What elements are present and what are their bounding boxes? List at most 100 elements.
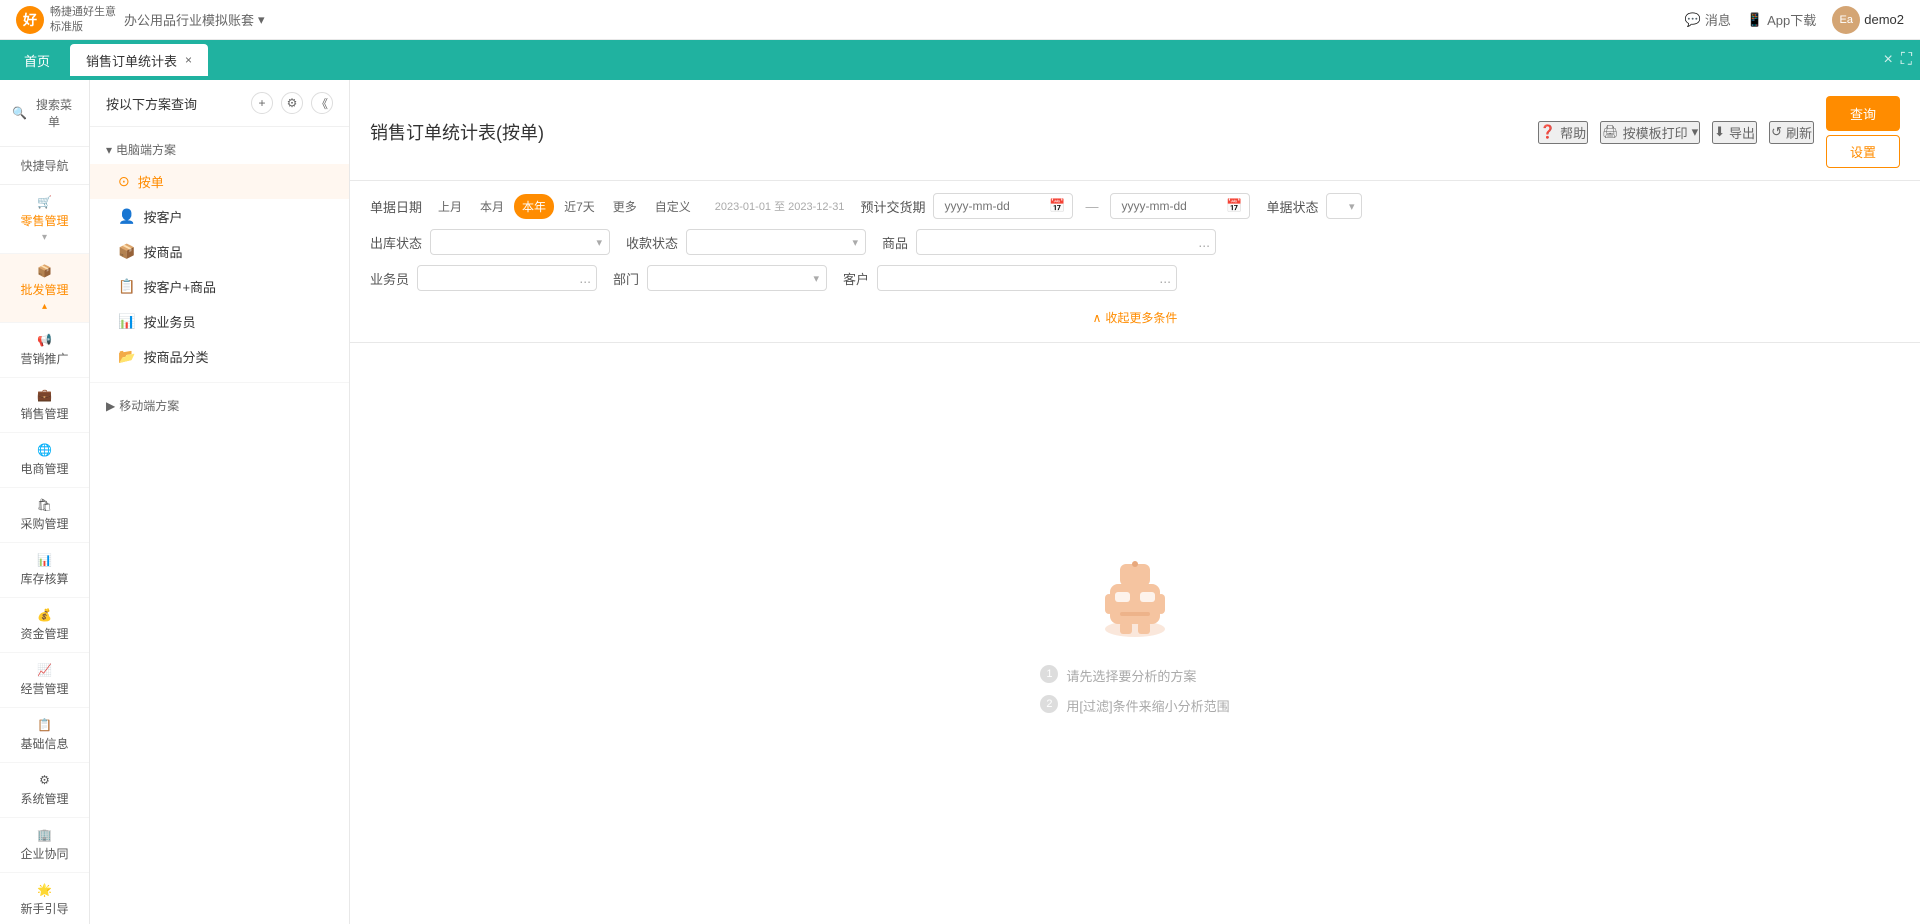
department-select[interactable] xyxy=(647,265,827,291)
sidebar-item-system[interactable]: ⚙ 系统管理 xyxy=(0,763,89,818)
window-close-btn[interactable]: × xyxy=(1883,51,1892,69)
plan-item-by-order[interactable]: ⊙ 按单 xyxy=(90,164,349,199)
date-range-text: 2023-01-01 至 2023-12-31 xyxy=(715,198,845,214)
export-btn[interactable]: ⬇ 导出 xyxy=(1712,121,1757,144)
goods-ellipsis-btn[interactable]: ... xyxy=(1198,234,1210,250)
empty-state: 1 请先选择要分析的方案 2 用[过滤]条件来缩小分析范围 xyxy=(350,343,1920,924)
add-plan-btn[interactable]: + xyxy=(251,92,273,114)
mobile-section: ▶ 移动端方案 xyxy=(90,382,349,428)
customer-label: 客户 xyxy=(843,269,869,288)
collapse-panel-btn[interactable]: 《 xyxy=(311,92,333,114)
date-tab-last7[interactable]: 近7天 xyxy=(556,194,603,219)
sidebar-item-retail[interactable]: 🛒 零售管理 ▾ xyxy=(0,185,89,254)
tab-close-icon[interactable]: × xyxy=(185,53,192,67)
tab-home[interactable]: 首页 xyxy=(8,44,66,76)
goods-input[interactable] xyxy=(916,229,1216,255)
mobile-arrow-icon: ▶ xyxy=(106,399,115,413)
salesman-input[interactable] xyxy=(417,265,597,291)
date-end-wrap: 📅 xyxy=(1110,193,1250,219)
sidebar-item-finance[interactable]: 💰 资金管理 xyxy=(0,598,89,653)
export-icon: ⬇ xyxy=(1714,124,1725,140)
collapse-more-btn[interactable]: ∧ 收起更多条件 xyxy=(1093,309,1178,326)
plan-item-by-category[interactable]: 📂 按商品分类 xyxy=(90,339,349,374)
date-start-wrap: 📅 xyxy=(933,193,1073,219)
shipment-select[interactable] xyxy=(430,229,610,255)
nav-title: 办公用品行业模拟账套 xyxy=(124,10,254,29)
by-salesman-icon: 📊 xyxy=(118,313,135,330)
topbar: 好 畅捷通好生意 标准版 办公用品行业模拟账套 ▾ 💬 消息 📱 App下载 E… xyxy=(0,0,1920,40)
left-panel-title: 按以下方案查询 xyxy=(106,94,197,113)
refresh-icon: ↺ xyxy=(1771,124,1782,140)
sidebar-item-marketing[interactable]: 📢 营销推广 xyxy=(0,323,89,378)
section-arrow-icon: ▾ xyxy=(106,143,112,157)
sidebar-shortcut[interactable]: 快捷导航 xyxy=(0,147,89,185)
window-expand-btn[interactable]: ⛶ xyxy=(1901,51,1912,69)
sidebar-item-inventory[interactable]: 📊 库存核算 xyxy=(0,543,89,598)
left-panel: 按以下方案查询 + ⚙ 《 ▾ 电脑端方案 ⊙ 按单 👤 按客户 xyxy=(90,80,350,924)
customer-filter-group: 客户 ... xyxy=(843,265,1177,291)
sidebar-item-enterprise[interactable]: 🏢 企业协同 xyxy=(0,818,89,873)
sidebar-item-sales[interactable]: 💼 销售管理 xyxy=(0,378,89,433)
date-tab-more[interactable]: 更多 xyxy=(605,194,645,219)
query-btn[interactable]: 查询 xyxy=(1826,96,1900,131)
topbar-nav[interactable]: 办公用品行业模拟账套 ▾ xyxy=(124,10,265,29)
nav-arrow-icon[interactable]: ▾ xyxy=(258,12,265,28)
right-panel: 销售订单统计表(按单) ❓ 帮助 🖨 按模板打印 ▾ xyxy=(350,80,1920,924)
customer-input[interactable] xyxy=(877,265,1177,291)
payment-select[interactable] xyxy=(686,229,866,255)
plan-item-by-customer-goods[interactable]: 📋 按客户+商品 xyxy=(90,269,349,304)
salesman-input-wrap: ... xyxy=(417,265,597,291)
main-layout: 🔍 搜索菜单 快捷导航 🛒 零售管理 ▾ 📦 批发管理 ▴ 📢 营销推广 💼 销… xyxy=(0,80,1920,924)
left-panel-header: 按以下方案查询 + ⚙ 《 xyxy=(90,80,349,127)
settings-plan-btn[interactable]: ⚙ xyxy=(281,92,303,114)
header-actions: ❓ 帮助 🖨 按模板打印 ▾ ⬇ 导出 xyxy=(1538,121,1814,144)
shipment-filter-group: 出库状态 xyxy=(370,229,610,255)
empty-tip-1: 1 请先选择要分析的方案 xyxy=(1040,664,1229,690)
mobile-section-title[interactable]: ▶ 移动端方案 xyxy=(90,391,349,420)
empty-svg xyxy=(1085,544,1185,644)
customer-ellipsis-btn[interactable]: ... xyxy=(1159,270,1171,286)
sidebar-item-basic[interactable]: 📋 基础信息 xyxy=(0,708,89,763)
plan-item-by-goods[interactable]: 📦 按商品 xyxy=(90,234,349,269)
sidebar-item-newbie[interactable]: 🌟 新手引导 xyxy=(0,873,89,924)
operation-icon: 📈 xyxy=(37,663,52,677)
page-title: 销售订单统计表(按单) xyxy=(370,119,544,145)
print-icon: 🖨 xyxy=(1602,124,1619,140)
salesman-label: 业务员 xyxy=(370,269,409,288)
sidebar-item-ecommerce[interactable]: 🌐 电商管理 xyxy=(0,433,89,488)
expand-icon-wholesale: ▴ xyxy=(42,301,47,312)
plan-item-by-customer[interactable]: 👤 按客户 xyxy=(90,199,349,234)
filter-settings-btn[interactable]: 设置 xyxy=(1826,135,1900,168)
ecommerce-icon: 🌐 xyxy=(37,443,52,457)
app-download-btn[interactable]: 📱 App下载 xyxy=(1747,10,1816,29)
date-tab-last-month[interactable]: 上月 xyxy=(430,194,470,219)
expected-date-label: 预计交货期 xyxy=(860,197,925,216)
salesman-ellipsis-btn[interactable]: ... xyxy=(579,270,591,286)
sidebar-item-purchase[interactable]: 🛍 采购管理 xyxy=(0,488,89,543)
print-btn[interactable]: 🖨 按模板打印 ▾ xyxy=(1600,121,1700,144)
sidebar: 🔍 搜索菜单 快捷导航 🛒 零售管理 ▾ 📦 批发管理 ▴ 📢 营销推广 💼 销… xyxy=(0,80,90,924)
refresh-btn[interactable]: ↺ 刷新 xyxy=(1769,121,1814,144)
help-btn[interactable]: ❓ 帮助 xyxy=(1538,121,1588,144)
date-start-input[interactable] xyxy=(933,193,1073,219)
date-tab-this-month[interactable]: 本月 xyxy=(472,194,512,219)
content-area: 按以下方案查询 + ⚙ 《 ▾ 电脑端方案 ⊙ 按单 👤 按客户 xyxy=(90,80,1920,924)
tab-sales-order[interactable]: 销售订单统计表 × xyxy=(70,44,208,76)
user-area[interactable]: Ea demo2 xyxy=(1832,6,1904,34)
search-menu-btn[interactable]: 🔍 搜索菜单 xyxy=(8,90,81,136)
retail-icon: 🛒 xyxy=(37,195,52,209)
status-select[interactable] xyxy=(1326,193,1362,219)
date-tab-this-year[interactable]: 本年 xyxy=(514,194,554,219)
department-select-wrapper xyxy=(647,265,827,291)
query-settings-group: 查询 设置 xyxy=(1826,96,1900,168)
date-tab-custom[interactable]: 自定义 xyxy=(647,194,699,219)
sidebar-item-wholesale[interactable]: 📦 批发管理 ▴ xyxy=(0,254,89,323)
sidebar-item-operation[interactable]: 📈 经营管理 xyxy=(0,653,89,708)
collapse-icon: ∧ xyxy=(1093,311,1102,325)
plan-item-by-salesman[interactable]: 📊 按业务员 xyxy=(90,304,349,339)
date-end-input[interactable] xyxy=(1110,193,1250,219)
app-icon: 📱 xyxy=(1747,12,1763,28)
logo-area: 好 畅捷通好生意 标准版 xyxy=(16,5,116,34)
message-btn[interactable]: 💬 消息 xyxy=(1685,10,1731,29)
logo-text: 畅捷通好生意 标准版 xyxy=(50,5,116,34)
